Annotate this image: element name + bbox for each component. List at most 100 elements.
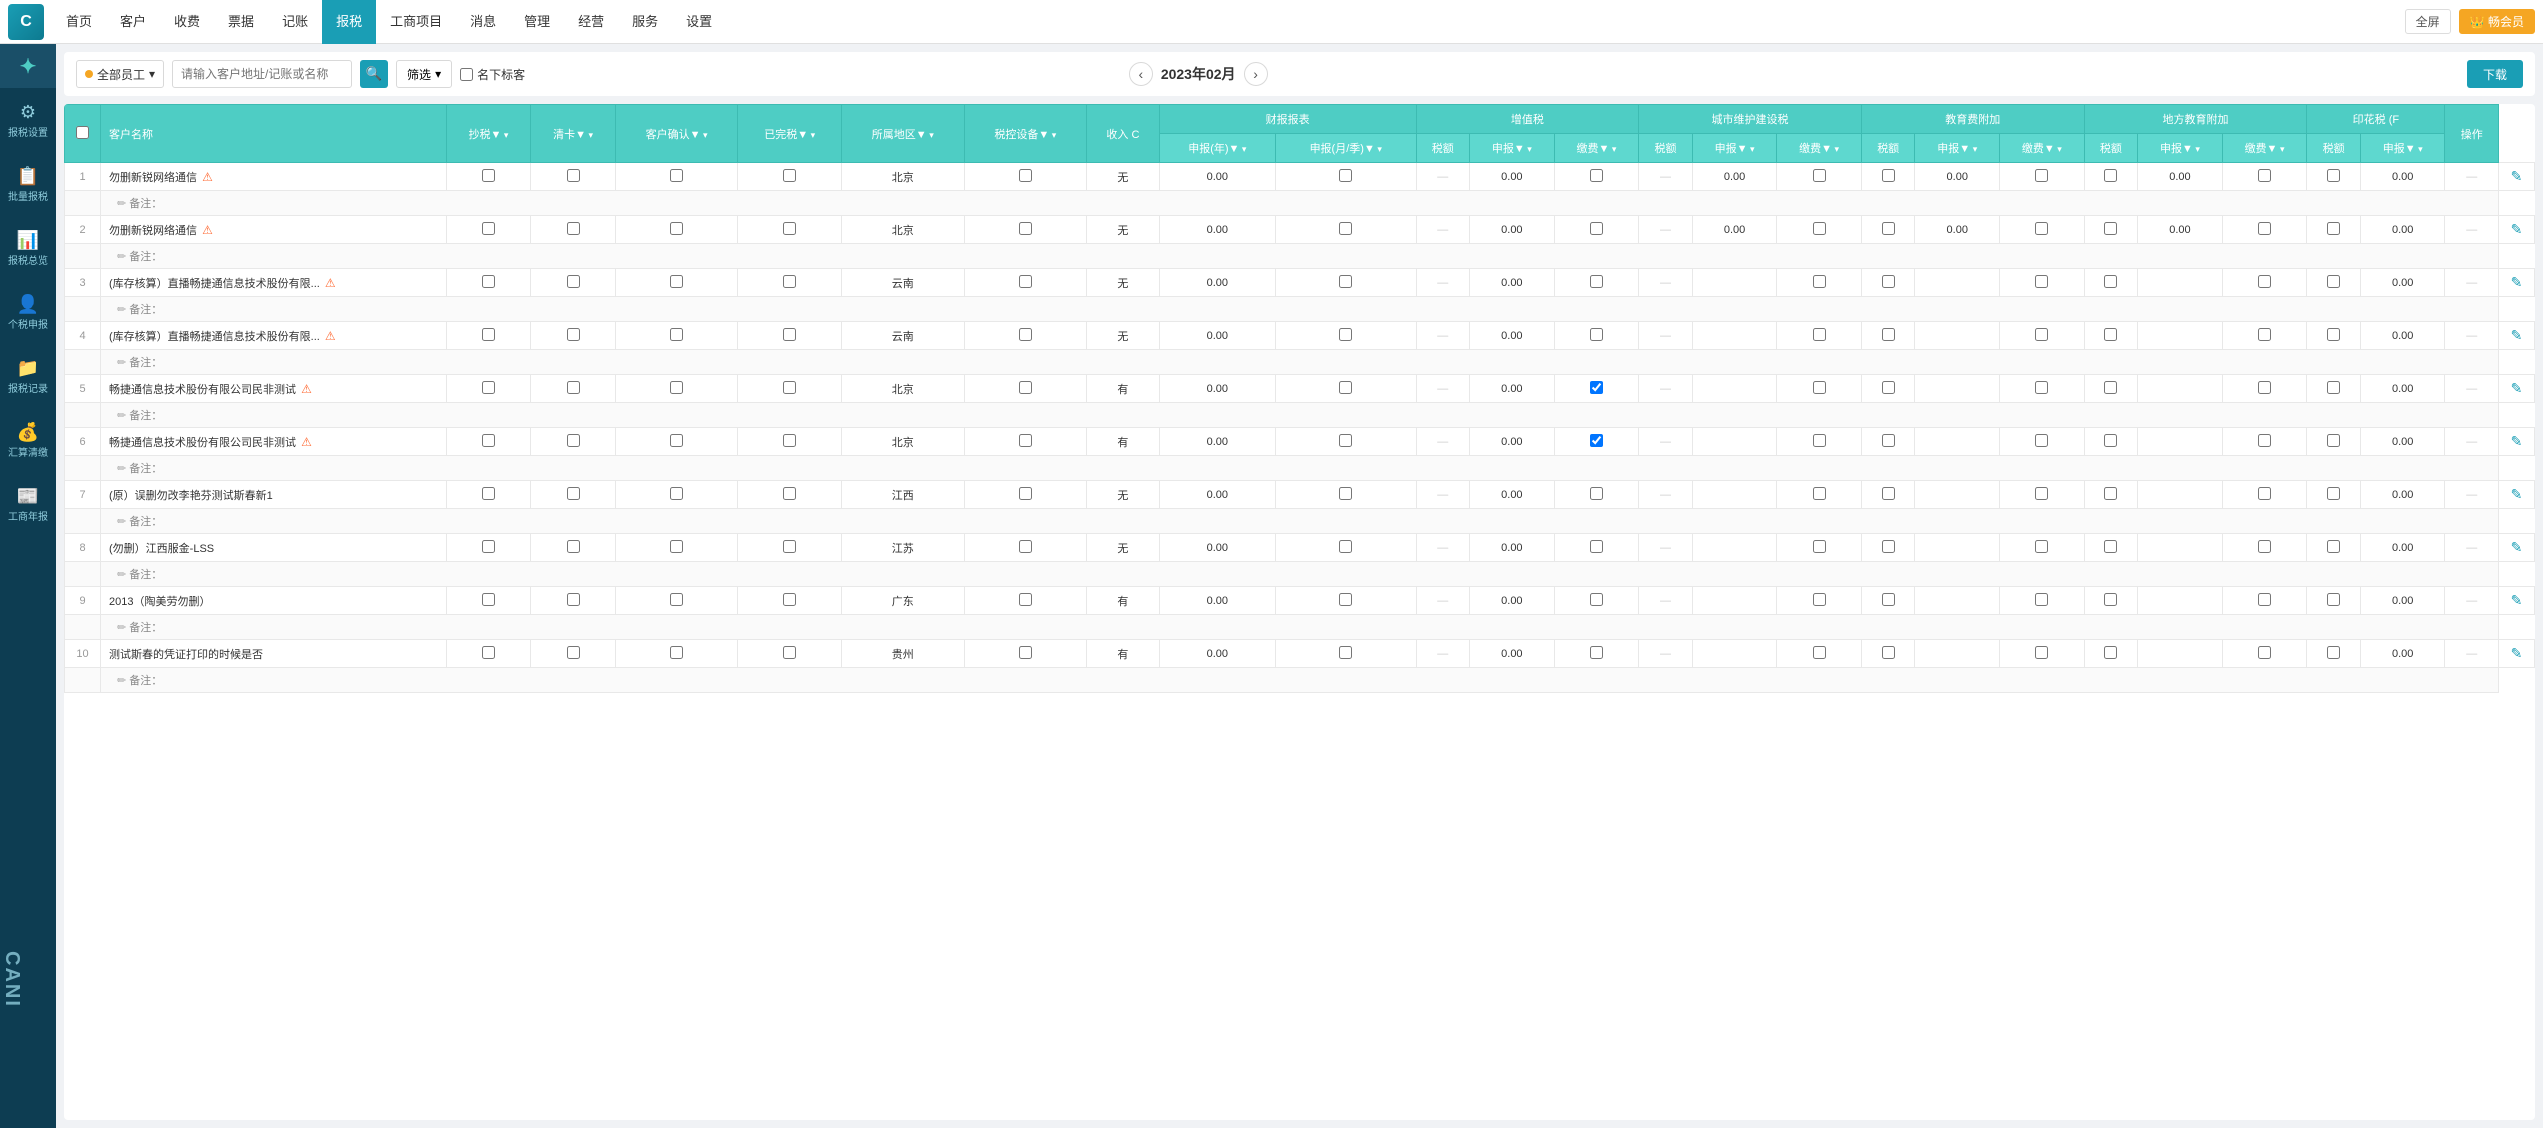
row-checkbox[interactable] (1882, 381, 1895, 394)
checkbox-cell[interactable] (1554, 163, 1639, 191)
row-checkbox[interactable] (1590, 275, 1603, 288)
note-cell[interactable]: ✏ 备注： (101, 191, 2499, 216)
row-checkbox[interactable] (670, 169, 683, 182)
checkbox-cell[interactable] (2307, 322, 2361, 350)
checkbox-cell[interactable] (1275, 269, 1416, 297)
checkbox-cell[interactable] (738, 534, 842, 562)
select-all-checkbox[interactable] (76, 126, 89, 139)
checkbox-cell[interactable] (615, 163, 738, 191)
row-checkbox[interactable] (1019, 487, 1032, 500)
checkbox-cell[interactable] (2000, 216, 2085, 244)
row-checkbox[interactable] (2327, 381, 2340, 394)
row-checkbox[interactable] (783, 593, 796, 606)
row-checkbox[interactable] (567, 222, 580, 235)
operations-cell[interactable]: ✎ (2499, 587, 2535, 615)
checkbox-cell[interactable] (1275, 163, 1416, 191)
row-checkbox[interactable] (670, 434, 683, 447)
row-checkbox[interactable] (567, 434, 580, 447)
row-checkbox[interactable] (1339, 593, 1352, 606)
checkbox-cell[interactable] (1777, 269, 1862, 297)
edit-icon[interactable]: ✎ (2511, 274, 2523, 290)
row-checkbox[interactable] (783, 487, 796, 500)
sidebar-item-personal-tax[interactable]: 👤 个税申报 (0, 280, 56, 344)
th-tax-type[interactable]: 抄税▼ (446, 105, 531, 163)
row-checkbox[interactable] (670, 381, 683, 394)
row-checkbox[interactable] (1813, 381, 1826, 394)
row-checkbox[interactable] (482, 275, 495, 288)
checkbox-cell[interactable] (2084, 428, 2138, 456)
th-tax-device[interactable]: 税控设备▼ (964, 105, 1087, 163)
th-financial-year[interactable]: 申报(年)▼ (1159, 134, 1275, 163)
row-checkbox[interactable] (2035, 169, 2048, 182)
main-table-container[interactable]: 客户名称 抄税▼ 清卡▼ 客户确认▼ 已完税▼ 所属地区▼ 税控设备▼ 收入 C… (64, 104, 2535, 1120)
checkbox-cell[interactable] (1861, 587, 1915, 615)
th-region[interactable]: 所属地区▼ (841, 105, 964, 163)
row-checkbox[interactable] (567, 540, 580, 553)
row-checkbox[interactable] (482, 646, 495, 659)
employee-filter-dropdown[interactable]: 全部员工 ▾ (76, 60, 164, 88)
row-checkbox[interactable] (2035, 487, 2048, 500)
row-checkbox[interactable] (2104, 434, 2117, 447)
row-checkbox[interactable] (783, 328, 796, 341)
checkbox-cell[interactable] (738, 322, 842, 350)
checkbox-cell[interactable] (446, 587, 531, 615)
row-checkbox[interactable] (670, 222, 683, 235)
search-input[interactable] (172, 60, 352, 88)
checkbox-cell[interactable] (531, 269, 616, 297)
operations-cell[interactable]: ✎ (2499, 534, 2535, 562)
checkbox-cell[interactable] (1275, 534, 1416, 562)
checkbox-cell[interactable] (738, 269, 842, 297)
row-checkbox[interactable] (1339, 275, 1352, 288)
row-checkbox[interactable] (482, 593, 495, 606)
row-checkbox[interactable] (1590, 540, 1603, 553)
row-checkbox[interactable] (1882, 593, 1895, 606)
edit-icon[interactable]: ✎ (2511, 539, 2523, 555)
checkbox-cell[interactable] (2000, 640, 2085, 668)
row-checkbox[interactable] (2258, 434, 2271, 447)
row-checkbox[interactable] (1590, 593, 1603, 606)
row-checkbox[interactable] (2258, 275, 2271, 288)
operations-cell[interactable]: ✎ (2499, 428, 2535, 456)
checkbox-cell[interactable] (2000, 587, 2085, 615)
checkbox-cell[interactable] (1777, 640, 1862, 668)
sidebar-item-tax-record[interactable]: 📁 报税记录 (0, 344, 56, 408)
row-checkbox[interactable] (2035, 540, 2048, 553)
row-checkbox[interactable] (2327, 593, 2340, 606)
checkbox-cell[interactable] (2307, 587, 2361, 615)
checkbox-cell[interactable] (2084, 269, 2138, 297)
favorite-checkbox-label[interactable]: 名下标客 (460, 66, 525, 83)
edit-icon[interactable]: ✎ (2511, 380, 2523, 396)
checkbox-cell[interactable] (446, 428, 531, 456)
note-cell[interactable]: ✏ 备注： (101, 244, 2499, 269)
checkbox-cell[interactable] (964, 428, 1087, 456)
row-checkbox[interactable] (1339, 540, 1352, 553)
sidebar-item-annual-settlement[interactable]: 💰 汇算清缴 (0, 408, 56, 472)
row-checkbox[interactable] (783, 222, 796, 235)
search-button[interactable]: 🔍 (360, 60, 388, 88)
checkbox-cell[interactable] (1275, 587, 1416, 615)
nav-settings[interactable]: 设置 (672, 0, 726, 44)
row-checkbox[interactable] (1019, 222, 1032, 235)
checkbox-cell[interactable] (446, 534, 531, 562)
nav-billing[interactable]: 收费 (160, 0, 214, 44)
checkbox-cell[interactable] (531, 640, 616, 668)
checkbox-cell[interactable] (1861, 428, 1915, 456)
note-cell[interactable]: ✏ 备注： (101, 403, 2499, 428)
sidebar-item-batch-tax[interactable]: 📋 批量报税 (0, 152, 56, 216)
edit-icon[interactable]: ✎ (2511, 327, 2523, 343)
row-checkbox[interactable] (482, 328, 495, 341)
row-checkbox[interactable] (2104, 275, 2117, 288)
checkbox-cell[interactable] (1275, 428, 1416, 456)
checkbox-cell[interactable] (738, 428, 842, 456)
row-checkbox[interactable] (2327, 275, 2340, 288)
checkbox-cell[interactable] (1777, 216, 1862, 244)
row-checkbox[interactable] (670, 593, 683, 606)
row-checkbox[interactable] (2258, 222, 2271, 235)
row-checkbox[interactable] (2104, 169, 2117, 182)
checkbox-cell[interactable] (1275, 216, 1416, 244)
row-checkbox[interactable] (567, 646, 580, 659)
row-checkbox[interactable] (2035, 222, 2048, 235)
row-checkbox[interactable] (2327, 328, 2340, 341)
row-checkbox[interactable] (2258, 487, 2271, 500)
checkbox-cell[interactable] (738, 163, 842, 191)
